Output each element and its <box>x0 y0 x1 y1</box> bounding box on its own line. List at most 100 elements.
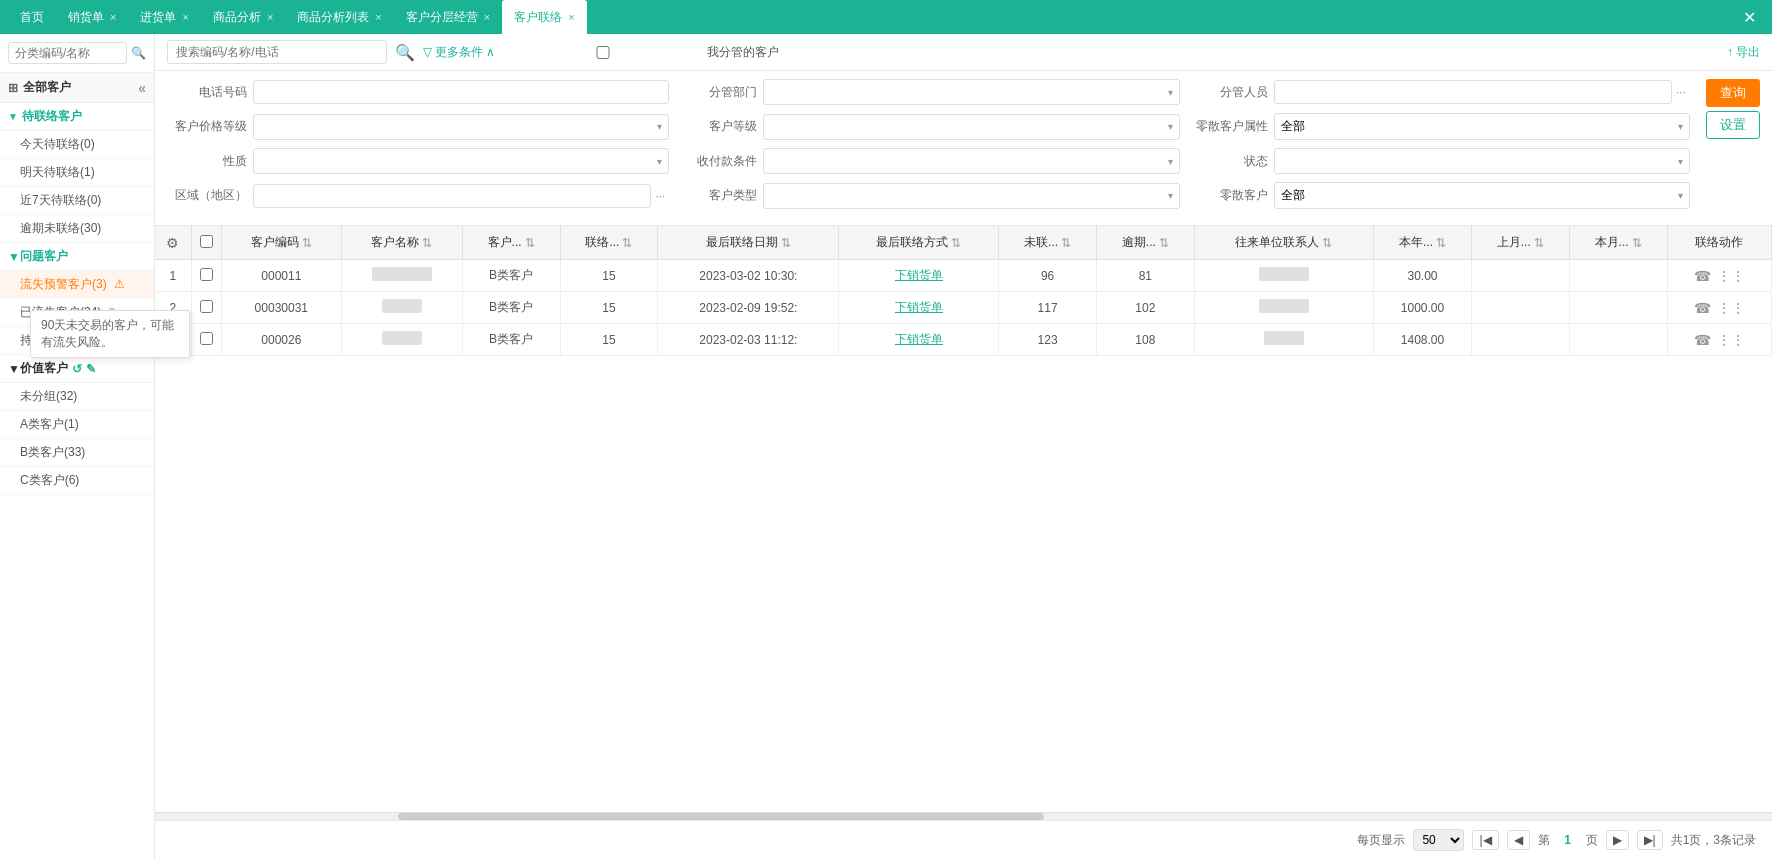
edit-icon[interactable]: ✎ <box>86 362 96 376</box>
col-header-settings[interactable]: ⚙ <box>155 226 191 260</box>
col-header-contact[interactable]: 联络... ⇅ <box>560 226 658 260</box>
next-page-button[interactable]: ▶ <box>1606 830 1629 850</box>
my-customers-check[interactable] <box>503 46 703 59</box>
sidebar-group-pending-contact[interactable]: ▼ 待联络客户 <box>0 103 154 131</box>
status-select[interactable]: ▾ <box>1274 148 1690 174</box>
filter-search-icon[interactable]: 🔍 <box>395 43 415 62</box>
sidebar-group-value[interactable]: ▼ 价值客户 ↺ ✎ <box>0 355 154 383</box>
person-dots-icon[interactable]: ··· <box>1672 85 1690 99</box>
sidebar-item-7day-contact[interactable]: 近7天待联络(0) <box>0 187 154 215</box>
tab-product-analysis-list[interactable]: 商品分析列表 × <box>285 0 393 34</box>
tab-home[interactable]: 首页 <box>8 0 56 34</box>
more-action-icon-2[interactable]: ⋮⋮ <box>1717 300 1745 316</box>
tab-customer-connect[interactable]: 客户联络 × <box>502 0 586 34</box>
select-all-checkbox[interactable] <box>200 235 213 248</box>
col-header-type[interactable]: 客户... ⇅ <box>462 226 560 260</box>
sidebar-item-churn-warning[interactable]: 流失预警客户(3) ⚠ <box>0 271 154 299</box>
contact-icon-2[interactable]: ☎ <box>1694 300 1711 316</box>
per-page-select[interactable]: 50 100 200 <box>1413 829 1464 851</box>
sidebar-item-today-contact[interactable]: 今天待联络(0) <box>0 131 154 159</box>
filter-field-zero-customer: 零散客户 全部 ▾ <box>1188 182 1690 209</box>
cell-checkbox-2[interactable] <box>191 292 221 324</box>
sidebar-item-overdue-contact[interactable]: 逾期未联络(30) <box>0 215 154 243</box>
col-header-code[interactable]: 客户编码 ⇅ <box>221 226 342 260</box>
all-customers-header[interactable]: ⊞ 全部客户 « <box>0 73 154 103</box>
col-header-last-method[interactable]: 最后联络方式 ⇅ <box>839 226 999 260</box>
cell-last-month-2 <box>1471 292 1569 324</box>
scrollbar-thumb[interactable] <box>398 813 1045 820</box>
col-header-last-month[interactable]: 上月... ⇅ <box>1471 226 1569 260</box>
customer-level-select[interactable]: ▾ <box>763 114 1179 140</box>
zero-customer-select[interactable]: 全部 ▾ <box>1274 182 1690 209</box>
cell-checkbox-3[interactable] <box>191 324 221 356</box>
col-header-unit-contact[interactable]: 往来单位联系人 ⇅ <box>1194 226 1373 260</box>
sidebar-group-churn[interactable]: ▼ 问题客户 <box>0 243 154 271</box>
search-input[interactable] <box>167 40 387 64</box>
col-header-overdue[interactable]: 逾期... ⇅ <box>1096 226 1194 260</box>
col-header-this-year[interactable]: 本年... ⇅ <box>1374 226 1472 260</box>
customer-type-select[interactable]: ▾ <box>763 183 1179 209</box>
sidebar-item-class-c[interactable]: C类客户(6) <box>0 467 154 495</box>
close-tab-customer-segment[interactable]: × <box>484 11 490 23</box>
prev-page-button[interactable]: ◀ <box>1507 830 1530 850</box>
close-tab-sales[interactable]: × <box>110 11 116 23</box>
cell-checkbox-1[interactable] <box>191 260 221 292</box>
tab-customer-segment[interactable]: 客户分层经营 × <box>394 0 502 34</box>
settings-button[interactable]: 设置 <box>1706 111 1760 139</box>
export-button[interactable]: ↑ 导出 <box>1727 44 1760 61</box>
main-layout: 🔍 ⊞ 全部客户 « ▼ 待联络客户 今天待联络(0) 明天待联络(1) 近7天… <box>0 34 1772 859</box>
cell-last-method-2[interactable]: 下销货单 <box>839 292 999 324</box>
row-checkbox-2[interactable] <box>200 300 213 313</box>
cell-type-3: B类客户 <box>462 324 560 356</box>
phone-input[interactable] <box>253 80 669 104</box>
close-tab-purchase[interactable]: × <box>182 11 188 23</box>
last-method-link-1[interactable]: 下销货单 <box>895 268 943 282</box>
more-conditions-button[interactable]: ▽ 更多条件 ∧ <box>423 44 495 61</box>
nature-select[interactable]: ▾ <box>253 148 669 174</box>
refresh-icon[interactable]: ↺ <box>72 362 82 376</box>
price-level-select[interactable]: ▾ <box>253 114 669 140</box>
col-header-this-month[interactable]: 本月... ⇅ <box>1569 226 1667 260</box>
sidebar-search-icon[interactable]: 🔍 <box>131 46 146 60</box>
col-header-name[interactable]: 客户名称 ⇅ <box>342 226 463 260</box>
tab-product-analysis[interactable]: 商品分析 × <box>201 0 285 34</box>
more-action-icon-3[interactable]: ⋮⋮ <box>1717 332 1745 348</box>
tab-purchase[interactable]: 进货单 × <box>128 0 200 34</box>
cell-last-method-3[interactable]: 下销货单 <box>839 324 999 356</box>
sidebar-item-class-a[interactable]: A类客户(1) <box>0 411 154 439</box>
contact-icon-1[interactable]: ☎ <box>1694 268 1711 284</box>
zero-attr-select[interactable]: 全部 ▾ <box>1274 113 1690 140</box>
sidebar-item-tomorrow-contact[interactable]: 明天待联络(1) <box>0 159 154 187</box>
cell-last-method-1[interactable]: 下销货单 <box>839 260 999 292</box>
row-checkbox-3[interactable] <box>200 332 213 345</box>
my-customers-checkbox[interactable]: 我分管的客户 <box>503 44 779 61</box>
last-method-link-2[interactable]: 下销货单 <box>895 300 943 314</box>
table-horizontal-scrollbar[interactable] <box>155 812 1772 820</box>
more-action-icon-1[interactable]: ⋮⋮ <box>1717 268 1745 284</box>
person-input[interactable] <box>1274 80 1672 104</box>
table-settings-gear-icon[interactable]: ⚙ <box>166 235 179 251</box>
dept-select[interactable]: ▾ <box>763 79 1179 105</box>
sidebar-collapse-button[interactable]: « <box>138 80 146 96</box>
last-page-button[interactable]: ▶| <box>1637 830 1663 850</box>
tab-sales[interactable]: 销货单 × <box>56 0 128 34</box>
close-tab-product-analysis-list[interactable]: × <box>375 11 381 23</box>
close-tab-customer-connect[interactable]: × <box>568 11 574 23</box>
sidebar-item-unclassified[interactable]: 未分组(32) <box>0 383 154 411</box>
payment-select[interactable]: ▾ <box>763 148 1179 174</box>
close-tab-product-analysis[interactable]: × <box>267 11 273 23</box>
region-dots-icon[interactable]: ··· <box>651 189 669 203</box>
col-header-last-date[interactable]: 最后联络日期 ⇅ <box>658 226 839 260</box>
row-checkbox-1[interactable] <box>200 268 213 281</box>
col-header-not-contacted[interactable]: 未联... ⇅ <box>999 226 1097 260</box>
sidebar-search-input[interactable] <box>8 42 127 64</box>
sidebar-item-class-b[interactable]: B类客户(33) <box>0 439 154 467</box>
masked-unit-1 <box>1259 267 1309 281</box>
region-input[interactable] <box>253 184 651 208</box>
window-close-button[interactable]: ✕ <box>1735 8 1764 27</box>
last-method-link-3[interactable]: 下销货单 <box>895 332 943 346</box>
contact-icon-3[interactable]: ☎ <box>1694 332 1711 348</box>
query-button[interactable]: 查询 <box>1706 79 1760 107</box>
col-header-checkbox[interactable] <box>191 226 221 260</box>
first-page-button[interactable]: |◀ <box>1472 830 1498 850</box>
